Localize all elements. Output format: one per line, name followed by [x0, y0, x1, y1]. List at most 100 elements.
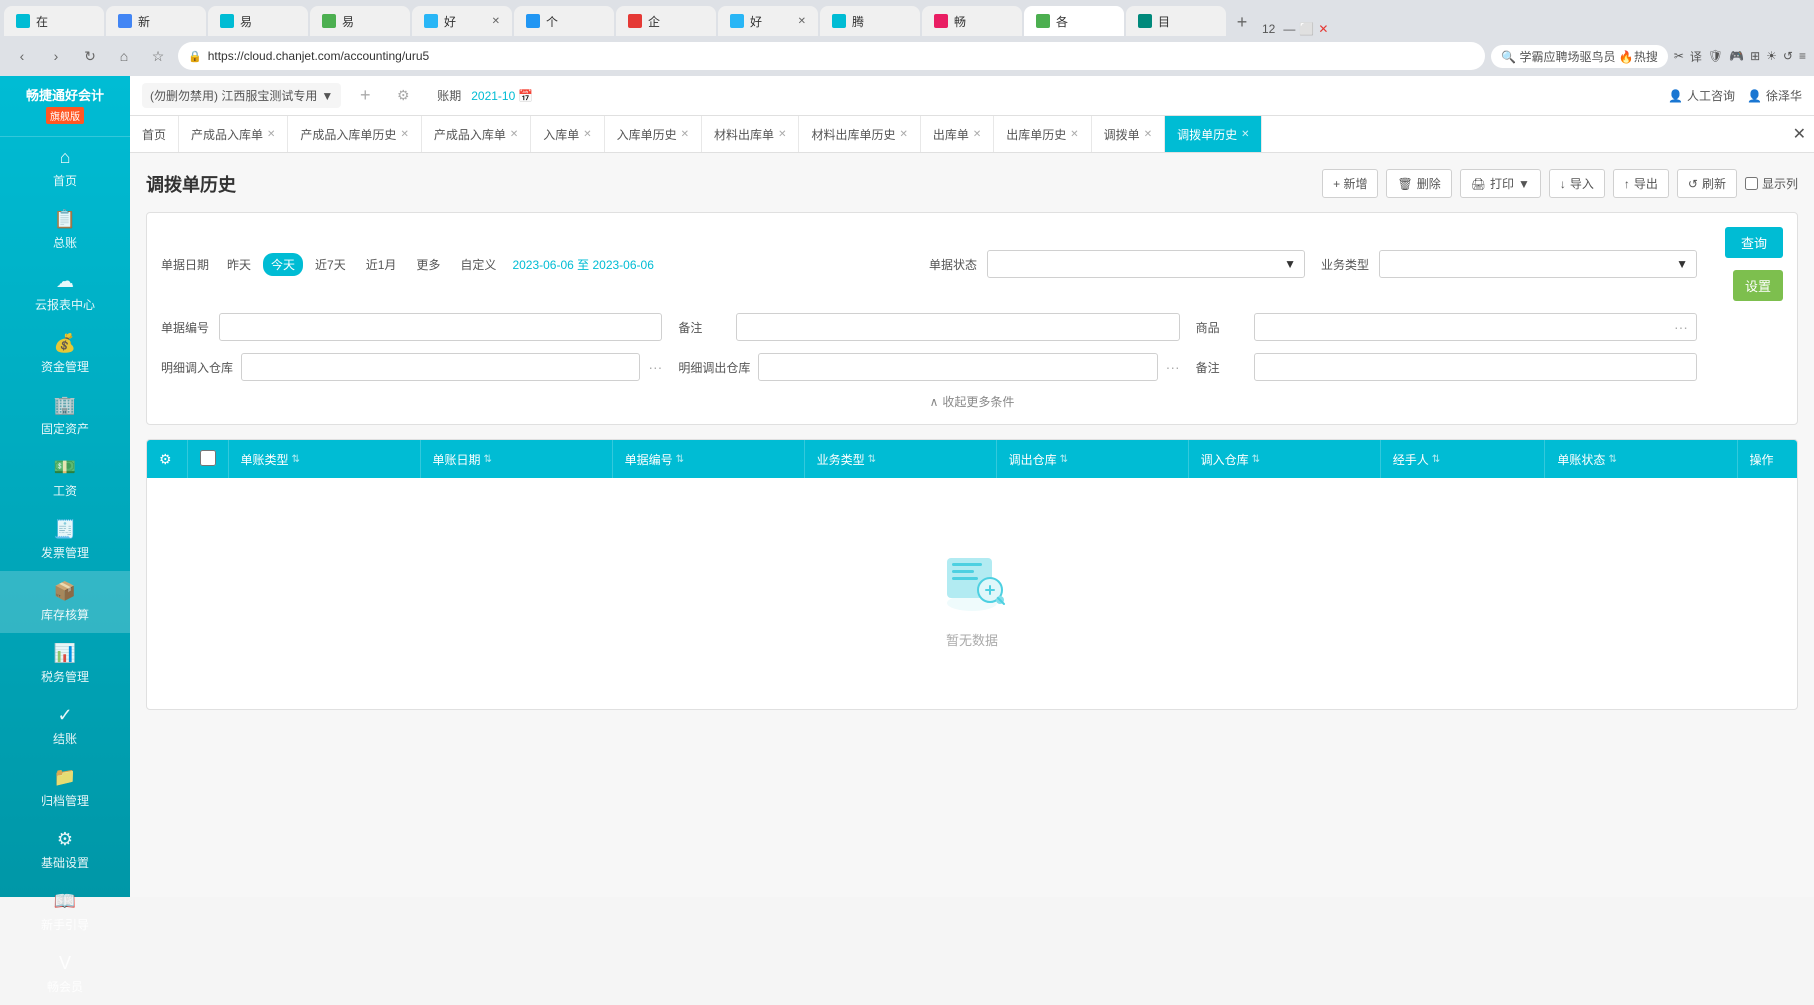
th-number-sort[interactable]: 单据编号 ⇅: [625, 451, 792, 468]
filter-detail-in-input[interactable]: [241, 353, 640, 381]
sidebar-item-invoice[interactable]: 🧾 发票管理: [0, 509, 130, 571]
page-tab-close-receipt-hist[interactable]: ✕: [681, 129, 689, 140]
filter-note-input[interactable]: [1254, 353, 1697, 381]
grid-icon[interactable]: ⊞: [1750, 49, 1760, 63]
bookmark-button[interactable]: ☆: [144, 42, 172, 70]
date-btn-more[interactable]: 更多: [408, 253, 448, 276]
add-company-button[interactable]: +: [351, 82, 379, 110]
sidebar-item-funds[interactable]: 💰 资金管理: [0, 323, 130, 385]
filter-goods-select[interactable]: ···: [1254, 313, 1697, 341]
translate-icon[interactable]: 译: [1690, 48, 1702, 65]
new-tab-button[interactable]: +: [1228, 8, 1256, 36]
new-button[interactable]: + 新增: [1322, 169, 1378, 198]
browser-tab-1[interactable]: 新: [106, 6, 206, 36]
th-out-sort[interactable]: 调出仓库 ⇅: [1009, 451, 1176, 468]
export-button[interactable]: ↑ 导出: [1613, 169, 1669, 198]
collapse-button[interactable]: ∧ 收起更多条件: [930, 393, 1015, 410]
sidebar-item-member[interactable]: V 畅会员: [0, 943, 130, 1005]
filter-remark-input[interactable]: [736, 313, 1179, 341]
browser-tab-2[interactable]: 易: [208, 6, 308, 36]
date-btn-7days[interactable]: 近7天: [307, 253, 354, 276]
delete-button[interactable]: 🗑 删除: [1386, 169, 1451, 198]
page-tab-finished-goods2[interactable]: 产成品入库单 ✕: [422, 116, 531, 152]
query-button[interactable]: 查询: [1725, 227, 1783, 258]
page-tab-close-transfer-hist[interactable]: ✕: [1241, 129, 1249, 140]
filter-settings-button[interactable]: 设置: [1733, 270, 1783, 301]
close-all-tabs-button[interactable]: ✕: [1785, 124, 1814, 144]
th-biztype-sort[interactable]: 业务类型 ⇅: [817, 451, 984, 468]
tab-close-7[interactable]: ✕: [798, 16, 806, 27]
sidebar-item-closing[interactable]: ✓ 结账: [0, 695, 130, 757]
browser-tab-3[interactable]: 易: [310, 6, 410, 36]
user-service-button[interactable]: 👤 人工咨询: [1668, 87, 1735, 104]
page-tab-home[interactable]: 首页: [130, 116, 179, 152]
search-box[interactable]: 🔍 学霸应聘场驱鸟员 🔥热搜: [1491, 45, 1668, 68]
sidebar-item-ledger[interactable]: 📋 总账: [0, 199, 130, 261]
page-tab-material-out-hist[interactable]: 材料出库单历史 ✕: [799, 116, 920, 152]
user-profile-button[interactable]: 👤 徐泽华: [1747, 87, 1802, 104]
sidebar-item-tax[interactable]: 📊 税务管理: [0, 633, 130, 695]
filter-docnum-input[interactable]: [219, 313, 662, 341]
page-tab-close-finished-goods[interactable]: ✕: [267, 129, 275, 140]
page-tab-close-transfer[interactable]: ✕: [1144, 129, 1152, 140]
browser-tab-5[interactable]: 个: [514, 6, 614, 36]
page-tab-close-issue-hist[interactable]: ✕: [1070, 129, 1078, 140]
menu-icon[interactable]: ≡: [1799, 49, 1806, 63]
th-date-sort[interactable]: 单账日期 ⇅: [433, 451, 600, 468]
date-btn-1month[interactable]: 近1月: [358, 253, 405, 276]
company-selector[interactable]: (勿删勿禁用) 江西服宝测试专用 ▼: [142, 83, 341, 108]
th-handler-sort[interactable]: 经手人 ⇅: [1393, 451, 1533, 468]
detail-in-dots-icon[interactable]: ···: [648, 359, 662, 375]
sidebar-item-home[interactable]: ⌂ 首页: [0, 137, 130, 199]
page-tab-close-issue[interactable]: ✕: [973, 129, 981, 140]
goods-dots-icon[interactable]: ···: [1674, 319, 1688, 335]
sidebar-item-inventory[interactable]: 📦 库存核算: [0, 571, 130, 633]
page-tab-issue[interactable]: 出库单 ✕: [921, 116, 994, 152]
company-settings-icon[interactable]: ⚙: [389, 82, 417, 110]
print-button[interactable]: 🖨 打印 ▼: [1460, 169, 1541, 198]
browser-tab-7[interactable]: 好 ✕: [718, 6, 818, 36]
sidebar-item-settings[interactable]: ⚙ 基础设置: [0, 819, 130, 881]
detail-out-dots-icon[interactable]: ···: [1166, 359, 1180, 375]
page-tab-transfer[interactable]: 调拨单 ✕: [1092, 116, 1165, 152]
sidebar-item-assets[interactable]: 🏢 固定资产: [0, 385, 130, 447]
tab-close-4[interactable]: ✕: [492, 16, 500, 27]
reload-button[interactable]: ↻: [76, 42, 104, 70]
page-tab-close-material-out[interactable]: ✕: [778, 129, 786, 140]
browser-tab-8[interactable]: 腾: [820, 6, 920, 36]
sidebar-item-reports[interactable]: ☁ 云报表中心: [0, 261, 130, 323]
refresh-button[interactable]: ↺ 刷新: [1677, 169, 1737, 198]
browser-tab-0[interactable]: 在: [4, 6, 104, 36]
page-tab-material-out[interactable]: 材料出库单 ✕: [702, 116, 799, 152]
page-tab-close-finished-goods2[interactable]: ✕: [510, 129, 518, 140]
th-status-sort[interactable]: 单账状态 ⇅: [1557, 451, 1724, 468]
browser-tab-6[interactable]: 企: [616, 6, 716, 36]
page-tab-finished-goods[interactable]: 产成品入库单 ✕: [179, 116, 288, 152]
page-tab-finished-goods-hist[interactable]: 产成品入库单历史 ✕: [288, 116, 421, 152]
home-button[interactable]: ⌂: [110, 42, 138, 70]
browser-tab-4[interactable]: 好 ✕: [412, 6, 512, 36]
table-gear-icon[interactable]: ⚙: [159, 451, 172, 467]
page-tab-close-receipt[interactable]: ✕: [583, 129, 591, 140]
page-tab-close-material-out-hist[interactable]: ✕: [899, 129, 907, 140]
undo-icon[interactable]: ↺: [1783, 49, 1793, 63]
display-columns-checkbox[interactable]: [1745, 177, 1758, 190]
browser-tab-10[interactable]: 各: [1024, 6, 1124, 36]
date-btn-yesterday[interactable]: 昨天: [219, 253, 259, 276]
date-btn-custom[interactable]: 自定义: [452, 253, 504, 276]
filter-status-select[interactable]: ▼: [987, 250, 1305, 278]
date-btn-today[interactable]: 今天: [263, 253, 303, 276]
brightness-icon[interactable]: ☀: [1766, 49, 1777, 63]
back-button[interactable]: ‹: [8, 42, 36, 70]
extension2-icon[interactable]: 🎮: [1729, 49, 1744, 63]
page-tab-close-finished-goods-hist[interactable]: ✕: [400, 129, 408, 140]
sidebar-item-guide[interactable]: 📖 新手引导: [0, 881, 130, 943]
address-bar[interactable]: 🔒 https://cloud.chanjet.com/accounting/u…: [178, 42, 1485, 70]
sidebar-item-archive[interactable]: 📁 归档管理: [0, 757, 130, 819]
page-tab-issue-hist[interactable]: 出库单历史 ✕: [994, 116, 1091, 152]
select-all-checkbox[interactable]: [200, 450, 216, 466]
period-value[interactable]: 2021-10 📅: [471, 89, 533, 103]
browser-tab-9[interactable]: 畅: [922, 6, 1022, 36]
page-tab-transfer-hist[interactable]: 调拨单历史 ✕: [1165, 116, 1262, 152]
scissors-icon[interactable]: ✂: [1674, 49, 1684, 63]
